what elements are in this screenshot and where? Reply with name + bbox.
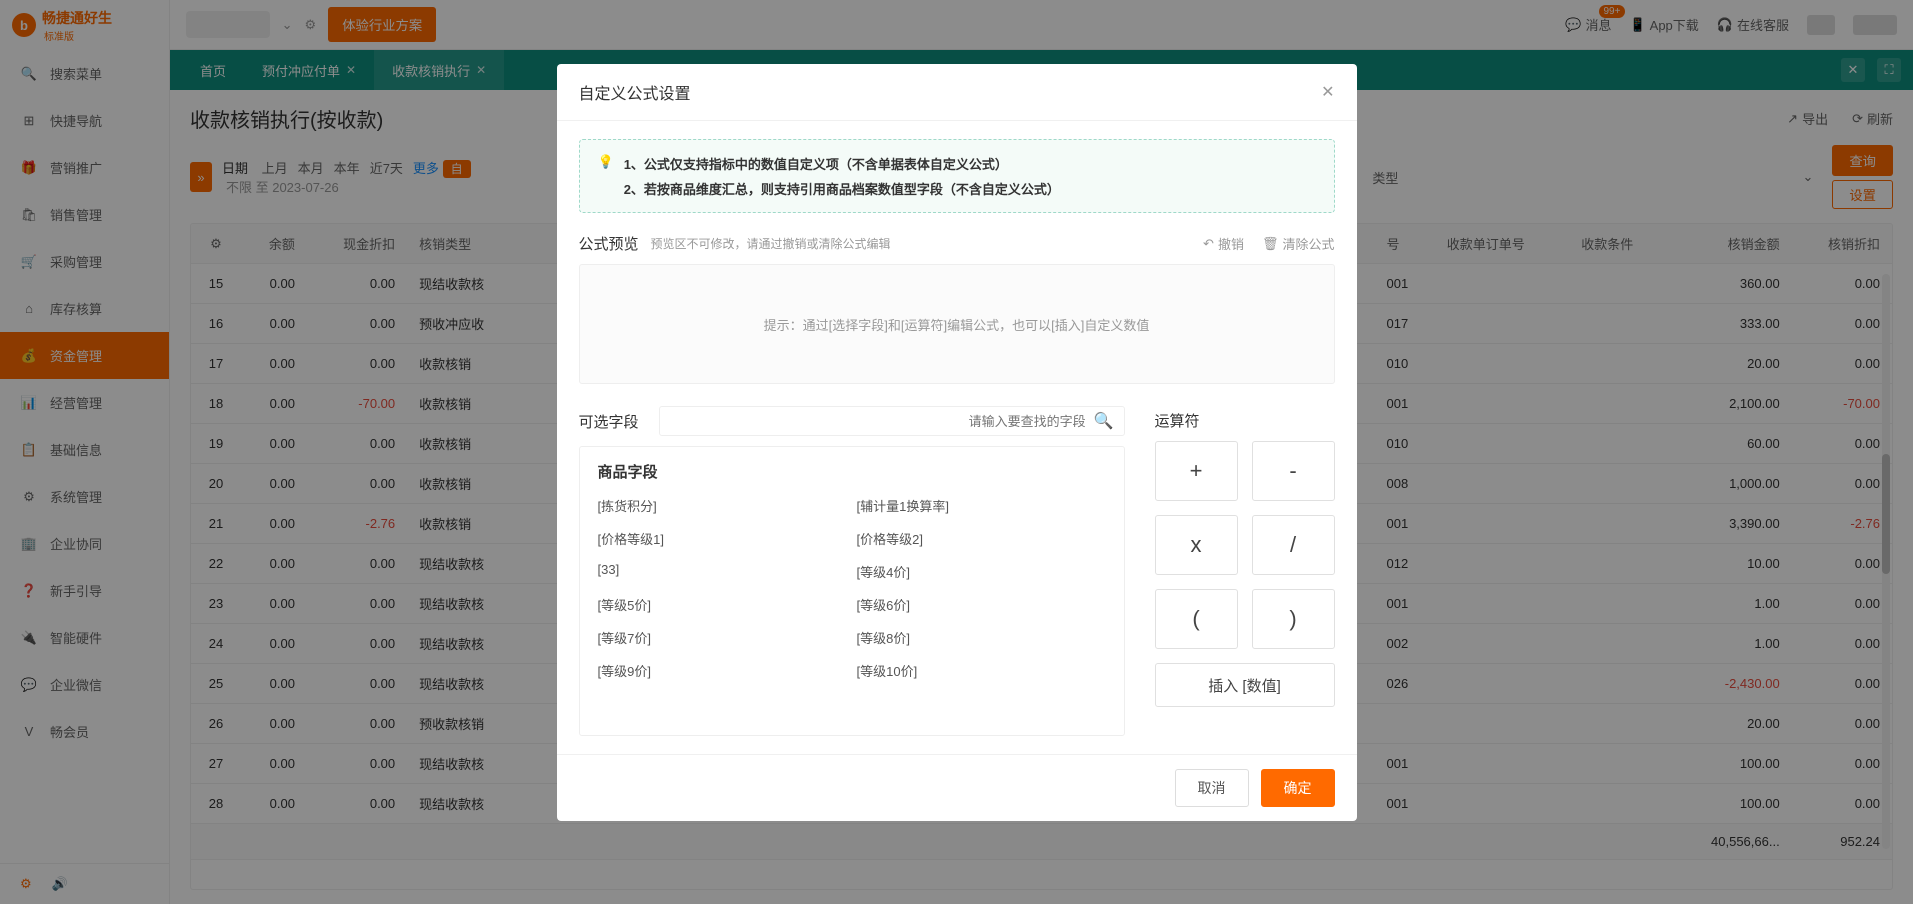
field-option-2[interactable]: [价格等级1] xyxy=(598,529,847,548)
field-option-8[interactable]: [等级7价] xyxy=(598,628,847,647)
formula-preview: 提示：通过[选择字段]和[运算符]编辑公式，也可以[插入]自定义数值 xyxy=(579,264,1335,384)
operator-button-([interactable]: ( xyxy=(1155,589,1238,649)
field-option-1[interactable]: [辅计量1换算率] xyxy=(857,496,1106,515)
formula-modal: 自定义公式设置 ✕ 💡 1、公式仅支持指标中的数值自定义项（不含单据表体自定义公… xyxy=(557,64,1357,821)
tip-box: 💡 1、公式仅支持指标中的数值自定义项（不含单据表体自定义公式） 2、若按商品维… xyxy=(579,139,1335,213)
field-group-title: 商品字段 xyxy=(598,461,1106,482)
bulb-icon: 💡 xyxy=(598,154,614,198)
preview-desc: 预览区不可修改，请通过撤销或清除公式编辑 xyxy=(651,235,891,252)
fields-label: 可选字段 xyxy=(579,411,639,432)
field-option-4[interactable]: [33] xyxy=(598,562,847,581)
field-option-5[interactable]: [等级4价] xyxy=(857,562,1106,581)
search-icon[interactable]: 🔍 xyxy=(1094,411,1114,431)
ok-button[interactable]: 确定 xyxy=(1261,769,1335,807)
operator-button-)[interactable]: ) xyxy=(1252,589,1335,649)
tip-line-1: 1、公式仅支持指标中的数值自定义项（不含单据表体自定义公式） xyxy=(624,157,1008,172)
operator-button-+[interactable]: + xyxy=(1155,441,1238,501)
field-option-0[interactable]: [拣货积分] xyxy=(598,496,847,515)
field-option-9[interactable]: [等级8价] xyxy=(857,628,1106,647)
clear-formula-button[interactable]: 🗑 清除公式 xyxy=(1262,234,1335,253)
modal-close-icon[interactable]: ✕ xyxy=(1321,82,1334,102)
preview-label: 公式预览 xyxy=(579,233,639,254)
field-option-6[interactable]: [等级5价] xyxy=(598,595,847,614)
cancel-button[interactable]: 取消 xyxy=(1175,769,1249,807)
field-option-10[interactable]: [等级9价] xyxy=(598,661,847,680)
undo-button[interactable]: ↶ 撤销 xyxy=(1203,234,1244,253)
insert-number-button[interactable]: 插入 [数值] xyxy=(1155,663,1335,707)
operator-button--[interactable]: - xyxy=(1252,441,1335,501)
operator-button-/[interactable]: / xyxy=(1252,515,1335,575)
modal-title: 自定义公式设置 xyxy=(579,80,691,104)
field-option-7[interactable]: [等级6价] xyxy=(857,595,1106,614)
field-option-3[interactable]: [价格等级2] xyxy=(857,529,1106,548)
field-search-input[interactable] xyxy=(670,414,1086,429)
field-search[interactable]: 🔍 xyxy=(659,406,1125,436)
tip-line-2: 2、若按商品维度汇总，则支持引用商品档案数值型字段（不含自定义公式） xyxy=(624,182,1060,197)
operator-button-x[interactable]: x xyxy=(1155,515,1238,575)
field-option-11[interactable]: [等级10价] xyxy=(857,661,1106,680)
operators-label: 运算符 xyxy=(1155,406,1335,431)
preview-hint: 提示：通过[选择字段]和[运算符]编辑公式，也可以[插入]自定义数值 xyxy=(764,315,1150,334)
modal-overlay: 自定义公式设置 ✕ 💡 1、公式仅支持指标中的数值自定义项（不含单据表体自定义公… xyxy=(0,0,1913,904)
